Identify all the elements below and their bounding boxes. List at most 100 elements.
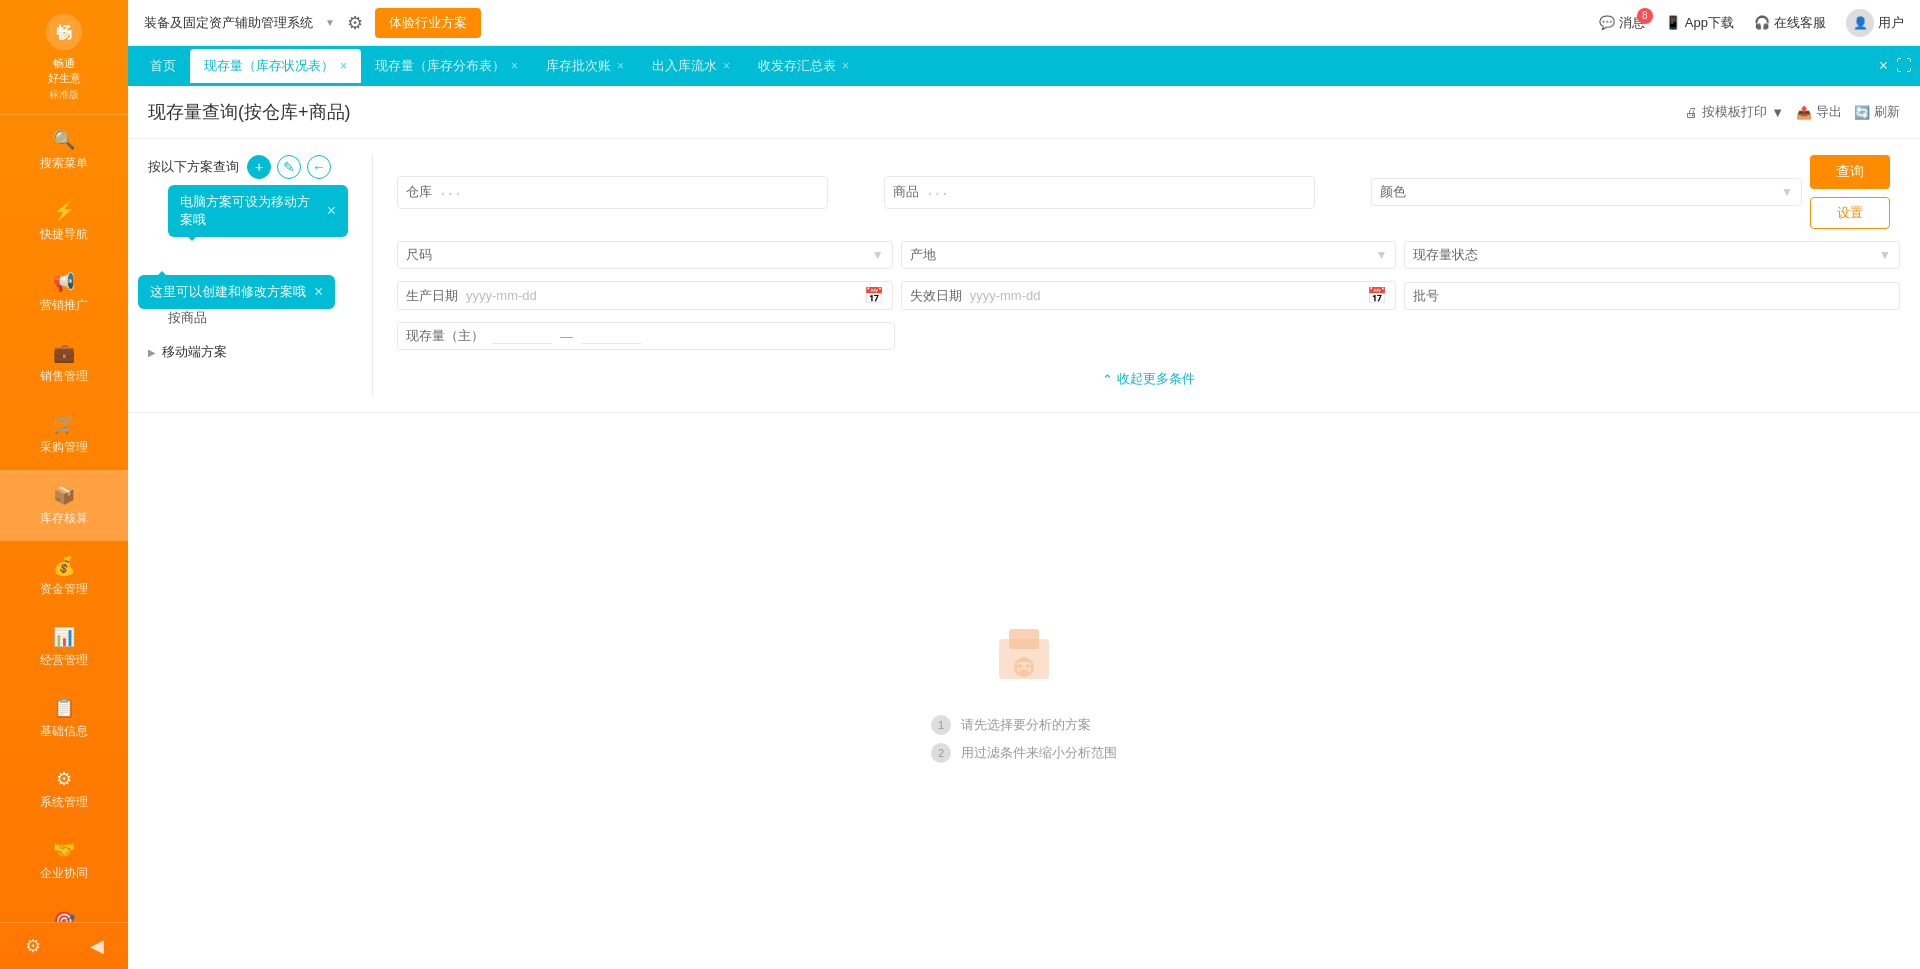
warehouse-dots: ··· <box>440 181 463 204</box>
sidebar-item-system[interactable]: ⚙ 系统管理 <box>0 754 128 825</box>
sidebar-item-quick-nav[interactable]: ⚡ 快捷导航 <box>0 186 128 257</box>
filter-section: 按以下方案查询 + ✎ ← 电脑方案可设为移动方案哦 × <box>128 139 1920 413</box>
tab-inventory-dist-close[interactable]: × <box>511 59 518 73</box>
stock-main-from-input[interactable] <box>492 328 552 344</box>
sidebar-item-basic[interactable]: 📋 基础信息 <box>0 683 128 754</box>
color-arrow: ▼ <box>1781 185 1793 199</box>
tab-close-all-icon[interactable]: × <box>1879 57 1888 75</box>
sidebar-item-purchase[interactable]: 🛒 采购管理 <box>0 399 128 470</box>
stock-status-filter[interactable]: 现存量状态 ▼ <box>1404 241 1900 269</box>
sidebar-item-guide[interactable]: 🎯 新手引导 <box>0 896 128 922</box>
batch-no-filter[interactable]: 批号 <box>1404 282 1900 310</box>
page-actions: 🖨 按模板打印 ▼ 📤 导出 🔄 刷新 <box>1685 103 1900 121</box>
tab-in-out-flow[interactable]: 出入库流水 × <box>638 49 744 83</box>
empty-state: 1 请先选择要分析的方案 2 用过滤条件来缩小分析范围 <box>128 413 1920 969</box>
footer-collapse-btn[interactable]: ◀ <box>90 935 104 957</box>
sidebar-item-enterprise[interactable]: 🤝 企业协同 <box>0 825 128 896</box>
tab-fullscreen-icon[interactable]: ⛶ <box>1896 57 1912 75</box>
sidebar-item-inventory[interactable]: 📦 库存核算 <box>0 470 128 541</box>
production-date-label: 生产日期 <box>406 287 458 305</box>
print-icon: 🖨 <box>1685 105 1698 120</box>
batch-no-input[interactable] <box>1447 288 1891 303</box>
size-label: 尺码 <box>406 246 432 264</box>
tab-collect-report[interactable]: 收发存汇总表 × <box>744 49 863 83</box>
production-date-filter[interactable]: 生产日期 yyyy-mm-dd 📅 <box>397 281 893 310</box>
production-date-input[interactable]: yyyy-mm-dd <box>466 288 856 303</box>
online-support-item[interactable]: 🎧 在线客服 <box>1754 14 1826 32</box>
expiry-date-input[interactable]: yyyy-mm-dd <box>970 288 1360 303</box>
sidebar-label-search-menu: 搜索菜单 <box>40 155 88 172</box>
tooltip1-close-btn[interactable]: × <box>327 202 336 220</box>
sidebar-item-marketing[interactable]: 📢 营销推广 <box>0 257 128 328</box>
collapse-btn[interactable]: ⌃ 收起更多条件 <box>1094 362 1203 396</box>
expiry-date-calendar-icon[interactable]: 📅 <box>1367 286 1387 305</box>
query-area: 查询 设置 <box>1810 155 1890 229</box>
user-item[interactable]: 👤 用户 <box>1846 9 1904 37</box>
back-scheme-btn[interactable]: ← <box>307 155 331 179</box>
tab-inventory-status[interactable]: 现存量（库存状况表） × <box>190 49 361 83</box>
svg-point-7 <box>1027 665 1030 668</box>
purchase-icon: 🛒 <box>53 413 75 435</box>
app-logo-icon: 畅 <box>44 12 84 52</box>
sidebar-nav: 🔍 搜索菜单 ⚡ 快捷导航 📢 营销推广 💼 销售管理 🛒 采购管理 📦 库存核… <box>0 115 128 922</box>
size-filter[interactable]: 尺码 ▼ <box>397 241 893 269</box>
origin-filter[interactable]: 产地 ▼ <box>901 241 1397 269</box>
print-label: 按模板打印 <box>1702 103 1767 121</box>
warehouse-filter[interactable]: 仓库 ··· <box>397 176 828 209</box>
sidebar-label-basic: 基础信息 <box>40 723 88 740</box>
header-settings-icon[interactable]: ⚙ <box>347 12 363 34</box>
filter-row-3: 生产日期 yyyy-mm-dd 📅 失效日期 yyyy-mm-dd 📅 批号 <box>397 281 1900 310</box>
tab-batch-account-close[interactable]: × <box>617 59 624 73</box>
filter-row-1: 仓库 ··· 商品 ··· 颜色 ▼ <box>397 155 1900 229</box>
tab-collect-report-close[interactable]: × <box>842 59 849 73</box>
sidebar-label-purchase: 采购管理 <box>40 439 88 456</box>
empty-step-1: 1 请先选择要分析的方案 <box>931 715 1117 735</box>
color-filter[interactable]: 颜色 ▼ <box>1371 178 1802 206</box>
empty-steps: 1 请先选择要分析的方案 2 用过滤条件来缩小分析范围 <box>931 715 1117 763</box>
query-button[interactable]: 查询 <box>1810 155 1890 189</box>
sidebar-item-search-menu[interactable]: 🔍 搜索菜单 <box>0 115 128 186</box>
app-tagline: 畅通好生意 <box>48 56 81 86</box>
origin-arrow: ▼ <box>1375 248 1387 262</box>
tooltip2-close-btn[interactable]: × <box>314 283 323 301</box>
set-button[interactable]: 设置 <box>1810 197 1890 229</box>
tab-inventory-status-close[interactable]: × <box>340 59 347 73</box>
production-date-calendar-icon[interactable]: 📅 <box>864 286 884 305</box>
app-download-item[interactable]: 📱 App下载 <box>1665 14 1734 32</box>
step1-text: 请先选择要分析的方案 <box>961 716 1091 734</box>
goods-filter[interactable]: 商品 ··· <box>884 176 1315 209</box>
system-title-dropdown[interactable]: ▼ <box>325 17 335 28</box>
guide-icon: 🎯 <box>53 910 75 922</box>
tab-home[interactable]: 首页 <box>136 49 190 83</box>
expiry-date-filter[interactable]: 失效日期 yyyy-mm-dd 📅 <box>901 281 1397 310</box>
print-arrow-icon: ▼ <box>1771 105 1784 120</box>
footer-settings-btn[interactable]: ⚙ <box>25 935 41 957</box>
notification-item[interactable]: 💬 8 消息 <box>1599 14 1645 32</box>
origin-label: 产地 <box>910 246 936 264</box>
refresh-icon: 🔄 <box>1854 105 1870 120</box>
add-scheme-btn[interactable]: + <box>247 155 271 179</box>
tooltip1-text: 电脑方案可设为移动方案哦 <box>180 193 319 229</box>
warehouse-label: 仓库 <box>406 183 432 201</box>
search-menu-icon: 🔍 <box>53 129 75 151</box>
experience-button[interactable]: 体验行业方案 <box>375 8 481 38</box>
message-icon: 💬 <box>1599 15 1615 30</box>
stock-main-to-input[interactable] <box>581 328 641 344</box>
refresh-action-btn[interactable]: 🔄 刷新 <box>1854 103 1900 121</box>
export-action-btn[interactable]: 📤 导出 <box>1796 103 1842 121</box>
batch-no-label: 批号 <box>1413 287 1439 305</box>
top-header: 装备及固定资产辅助管理系统 ▼ ⚙ 体验行业方案 💬 8 消息 📱 App下载 … <box>128 0 1920 46</box>
edit-scheme-btn[interactable]: ✎ <box>277 155 301 179</box>
sidebar-item-sales[interactable]: 💼 销售管理 <box>0 328 128 399</box>
tab-in-out-flow-close[interactable]: × <box>723 59 730 73</box>
scheme-tree-mobile[interactable]: ▶ 移动端方案 <box>148 339 348 365</box>
tooltip-desktop-scheme: 电脑方案可设为移动方案哦 × <box>168 185 348 237</box>
stock-main-filter: 现存量（主） — <box>397 322 895 350</box>
sidebar-item-finance[interactable]: 💰 资金管理 <box>0 541 128 612</box>
mobile-tree-arrow: ▶ <box>148 347 156 358</box>
print-action-btn[interactable]: 🖨 按模板打印 ▼ <box>1685 103 1784 121</box>
tab-batch-account[interactable]: 库存批次账 × <box>532 49 638 83</box>
tooltip2-text: 这里可以创建和修改方案哦 <box>150 283 306 301</box>
sidebar-item-operations[interactable]: 📊 经营管理 <box>0 612 128 683</box>
tab-inventory-dist[interactable]: 现存量（库存分布表） × <box>361 49 532 83</box>
